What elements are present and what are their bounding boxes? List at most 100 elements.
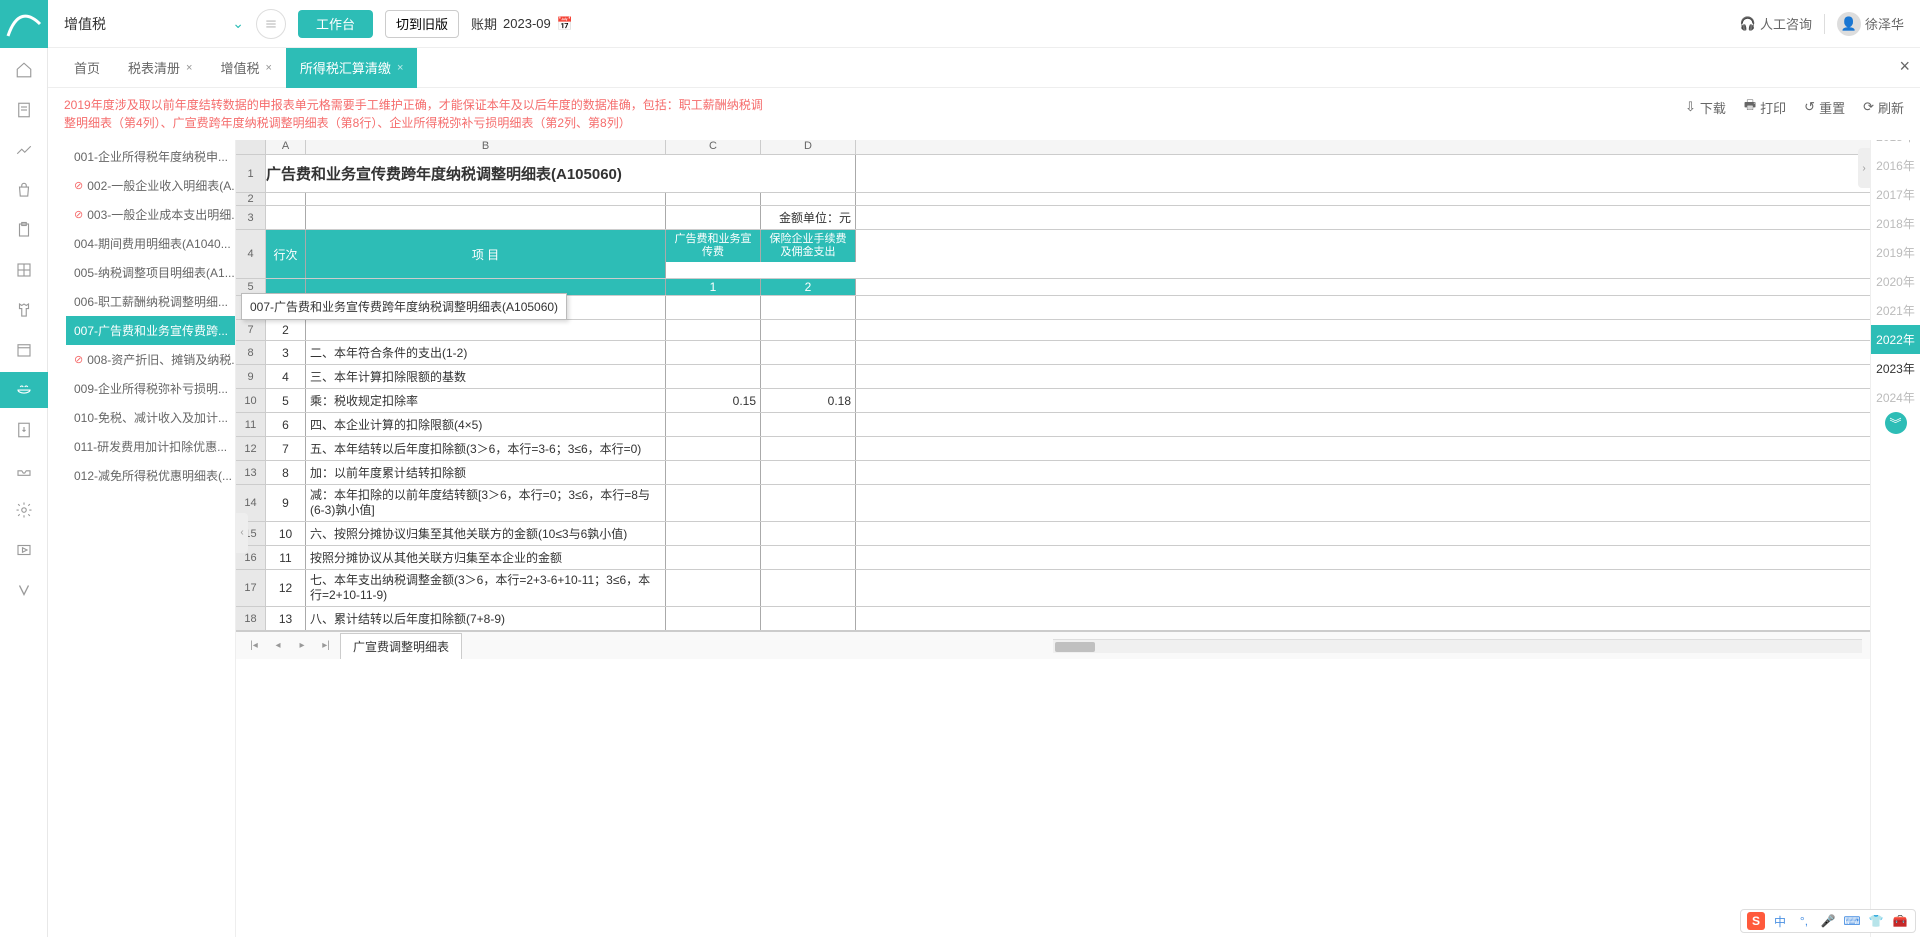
nav-chart-icon[interactable] [0, 132, 48, 168]
refresh-button[interactable]: ⟳刷新 [1863, 98, 1904, 117]
list-toggle-button[interactable] [256, 9, 286, 39]
tab-首页[interactable]: 首页 [60, 48, 114, 88]
cell[interactable] [306, 193, 666, 205]
cell[interactable] [761, 365, 856, 388]
row-header[interactable]: 10 [236, 389, 266, 412]
row-header[interactable]: 18 [236, 607, 266, 630]
calendar-icon[interactable]: 📅 [557, 16, 573, 32]
cell[interactable]: 6 [266, 413, 306, 436]
ime-punct-icon[interactable]: °, [1795, 912, 1813, 930]
cell[interactable] [666, 437, 761, 460]
col-header-b[interactable]: B [306, 138, 666, 154]
nav-bag-icon[interactable] [0, 172, 48, 208]
form-list-item[interactable]: 007-广告费和业务宣传费跨... [66, 316, 235, 345]
reset-button[interactable]: ↺重置 [1804, 98, 1845, 117]
nav-shirt-icon[interactable] [0, 292, 48, 328]
cell[interactable] [761, 320, 856, 340]
cell[interactable] [761, 570, 856, 606]
year-option[interactable]: 2021年 [1871, 296, 1920, 325]
cell[interactable]: 广告费和业务宣传费 [666, 230, 761, 262]
cell[interactable]: 八、累计结转以后年度扣除额(7+8-9) [306, 607, 666, 630]
nav-settings-icon[interactable] [0, 492, 48, 528]
form-list-item[interactable]: 012-减免所得税优惠明细表(... [66, 461, 235, 490]
sheet-nav-last-icon[interactable]: ▸| [316, 640, 336, 651]
cell[interactable]: 二、本年符合条件的支出(1-2) [306, 341, 666, 364]
row-header[interactable]: 13 [236, 461, 266, 484]
cell[interactable] [761, 546, 856, 569]
row-header[interactable]: 17 [236, 570, 266, 606]
cell[interactable] [666, 296, 761, 319]
form-list-item[interactable]: 005-纳税调整项目明细表(A1... [66, 258, 235, 287]
support-link[interactable]: 🎧 人工咨询 [1740, 14, 1812, 33]
cell[interactable]: 按照分摊协议从其他关联方归集至本企业的金额 [306, 546, 666, 569]
cell[interactable] [666, 206, 761, 229]
cell[interactable]: 保险企业手续费及佣金支出 [761, 230, 856, 262]
form-list-item[interactable]: 010-免税、减计收入及加计... [66, 403, 235, 432]
nav-bowl-icon[interactable] [0, 372, 48, 408]
row-header[interactable]: 11 [236, 413, 266, 436]
nav-v-icon[interactable] [0, 572, 48, 608]
ime-skin-icon[interactable]: 👕 [1867, 912, 1885, 930]
nav-home-icon[interactable] [0, 52, 48, 88]
tab-所得税汇算清缴[interactable]: 所得税汇算清缴× [286, 48, 417, 88]
cell[interactable] [761, 485, 856, 521]
cell[interactable]: 9 [266, 485, 306, 521]
year-option[interactable]: 2016年 [1871, 151, 1920, 180]
cell[interactable] [761, 461, 856, 484]
cell[interactable]: 七、本年支出纳税调整金额(3＞6，本行=2+3-6+10-11；3≤6，本行=2… [306, 570, 666, 606]
cell[interactable]: 项 目 [306, 230, 666, 278]
row-header[interactable]: 1 [236, 155, 266, 192]
user-menu[interactable]: 👤 徐泽华 [1837, 12, 1904, 36]
collapse-form-list-handle[interactable]: ‹ [236, 513, 248, 553]
year-option[interactable]: 2017年 [1871, 180, 1920, 209]
cell[interactable]: 8 [266, 461, 306, 484]
cell[interactable]: 减：本年扣除的以前年度结转额[3＞6，本行=0；3≤6，本行=8与(6-3)孰小… [306, 485, 666, 521]
cell[interactable] [666, 485, 761, 521]
nav-inbox-icon[interactable] [0, 452, 48, 488]
cell[interactable]: 1 [666, 279, 761, 295]
scroll-down-icon[interactable]: ︾ [1885, 412, 1907, 434]
cell[interactable] [666, 413, 761, 436]
nav-export-icon[interactable] [0, 412, 48, 448]
row-header[interactable]: 3 [236, 206, 266, 229]
cell[interactable]: 四、本企业计算的扣除限额(4×5) [306, 413, 666, 436]
tab-税表清册[interactable]: 税表清册× [114, 48, 206, 88]
cell[interactable]: 12 [266, 570, 306, 606]
spreadsheet[interactable]: A B C D 007-广告费和业务宣传费跨年度纳税调整明细表(A105060)… [236, 138, 1870, 937]
col-header-c[interactable]: C [666, 138, 761, 154]
cell[interactable]: 加：以前年度累计结转扣除额 [306, 461, 666, 484]
download-button[interactable]: ⇩下载 [1685, 98, 1726, 117]
form-list-item[interactable]: 011-研发费用加计扣除优惠... [66, 432, 235, 461]
cell[interactable]: 11 [266, 546, 306, 569]
ime-lang-icon[interactable]: 中 [1771, 912, 1789, 930]
cell[interactable] [761, 296, 856, 319]
cell[interactable]: 0.18 [761, 389, 856, 412]
form-list-item[interactable]: ⊘003-一般企业成本支出明细... [66, 200, 235, 229]
cell[interactable]: 五、本年结转以后年度扣除额(3＞6，本行=3-6；3≤6，本行=0) [306, 437, 666, 460]
cell[interactable] [666, 365, 761, 388]
cell[interactable]: 金额单位：元 [761, 206, 856, 229]
cell[interactable] [266, 193, 306, 205]
close-icon[interactable]: × [265, 62, 271, 74]
ime-mic-icon[interactable]: 🎤 [1819, 912, 1837, 930]
cell[interactable] [306, 320, 666, 340]
cell[interactable] [761, 413, 856, 436]
cell[interactable]: 7 [266, 437, 306, 460]
row-header[interactable]: 7 [236, 320, 266, 340]
nav-doc-icon[interactable] [0, 92, 48, 128]
row-header[interactable]: 9 [236, 365, 266, 388]
ime-brand-icon[interactable]: S [1747, 912, 1765, 930]
year-option[interactable]: 2020年 [1871, 267, 1920, 296]
row-header[interactable]: 12 [236, 437, 266, 460]
year-option[interactable]: 2024年 [1871, 383, 1920, 412]
switch-old-button[interactable]: 切到旧版 [385, 10, 459, 38]
period-value[interactable]: 2023-09 [503, 16, 551, 31]
row-header[interactable]: 4 [236, 230, 266, 278]
tab-增值税[interactable]: 增值税× [206, 48, 285, 88]
cell[interactable]: 2 [761, 279, 856, 295]
cell[interactable] [666, 193, 761, 205]
ime-keyboard-icon[interactable]: ⌨ [1843, 912, 1861, 930]
cell[interactable]: 0.15 [666, 389, 761, 412]
year-option[interactable]: 2018年 [1871, 209, 1920, 238]
cell[interactable]: 13 [266, 607, 306, 630]
